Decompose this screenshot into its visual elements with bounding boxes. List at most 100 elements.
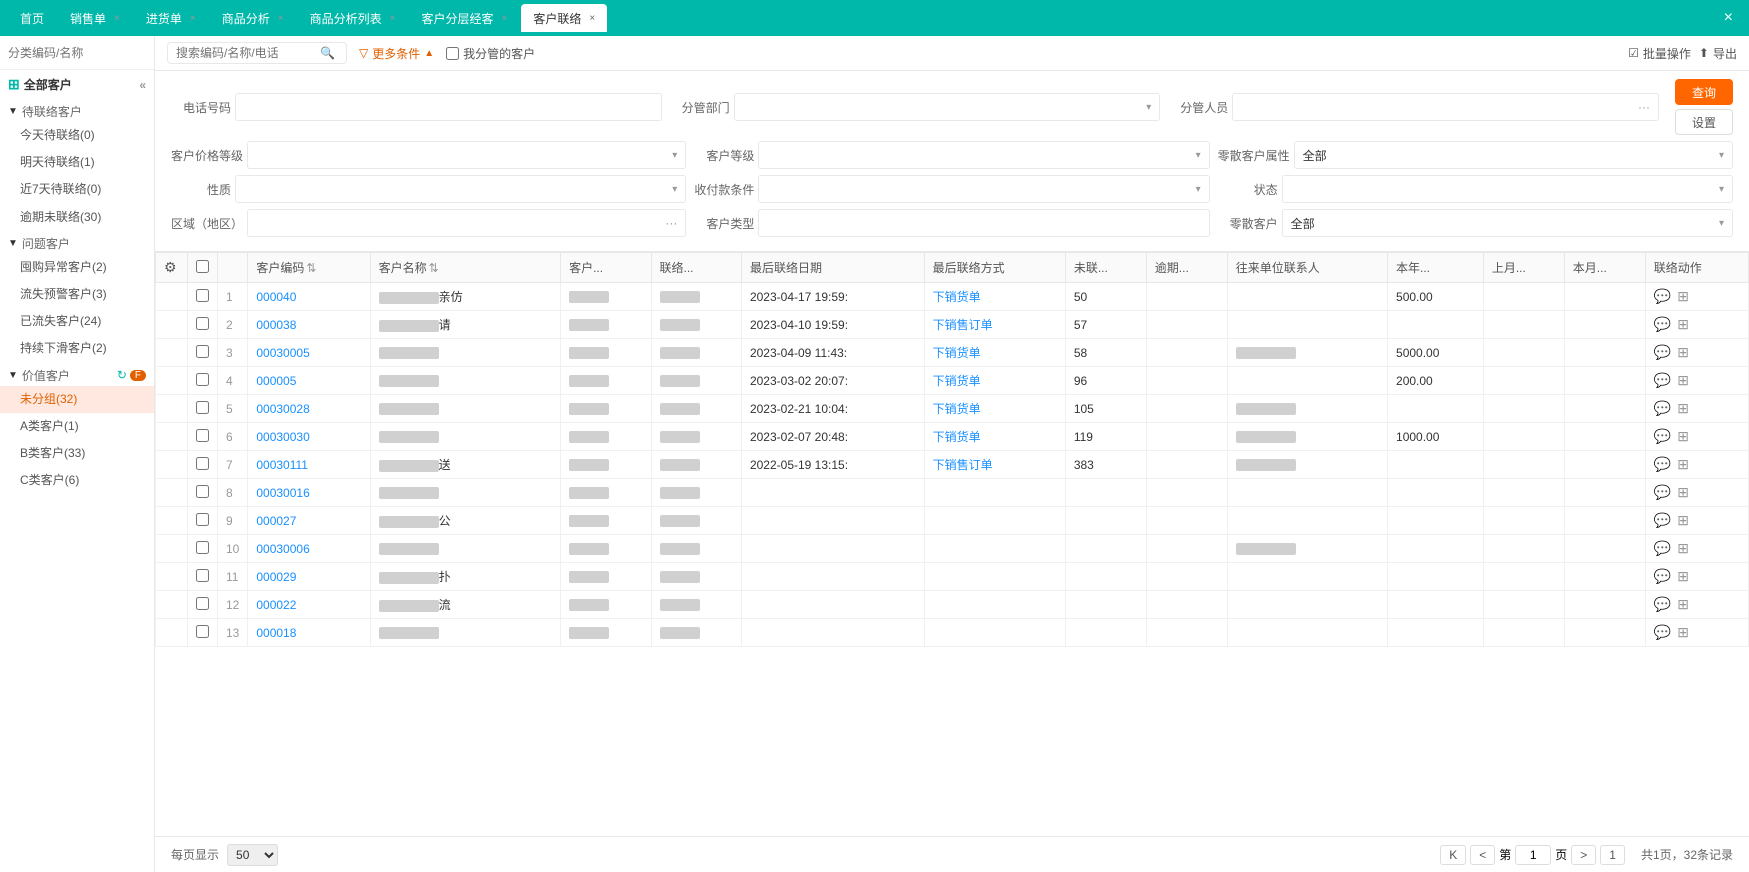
filter-payment-select[interactable]: ▾: [758, 175, 1209, 203]
manager-more-icon[interactable]: ···: [1638, 100, 1650, 114]
export-btn[interactable]: ⬆ 导出: [1699, 45, 1737, 62]
message-icon[interactable]: 💬: [1654, 400, 1671, 417]
grid-action-icon[interactable]: ⊞: [1677, 316, 1689, 333]
prev-page-btn[interactable]: <: [1470, 845, 1495, 865]
message-icon[interactable]: 💬: [1654, 288, 1671, 305]
batch-operation-btn[interactable]: ☑ 批量操作: [1628, 45, 1691, 62]
row-checkbox[interactable]: [196, 541, 209, 554]
grid-action-icon[interactable]: ⊞: [1677, 596, 1689, 613]
contact-method-link[interactable]: 下销货单: [933, 374, 981, 388]
close-goods-analysis-list-tab[interactable]: ×: [390, 13, 396, 24]
tab-customer-tier[interactable]: 客户分层经客 ×: [409, 4, 519, 32]
sidebar-collapse-btn[interactable]: «: [139, 78, 146, 92]
grid-action-icon[interactable]: ⊞: [1677, 484, 1689, 501]
filter-manager-select[interactable]: ···: [1232, 93, 1659, 121]
page-size-select[interactable]: 50 20 100: [227, 844, 278, 866]
row-checkbox[interactable]: [196, 373, 209, 386]
contact-method-link[interactable]: 下销货单: [933, 430, 981, 444]
message-icon[interactable]: 💬: [1654, 316, 1671, 333]
row-checkbox[interactable]: [196, 289, 209, 302]
query-button[interactable]: 查询: [1675, 79, 1733, 105]
close-sales-tab[interactable]: ×: [114, 13, 120, 24]
close-customer-contact-tab[interactable]: ×: [589, 13, 595, 24]
message-icon[interactable]: 💬: [1654, 484, 1671, 501]
row-checkbox[interactable]: [196, 625, 209, 638]
sidebar-search-input[interactable]: [8, 46, 155, 60]
row-checkbox[interactable]: [196, 345, 209, 358]
close-customer-tier-tab[interactable]: ×: [501, 13, 507, 24]
sidebar-item-lost-customer[interactable]: 已流失客户(24): [0, 308, 154, 335]
filter-price-level-select[interactable]: ▾: [247, 141, 686, 169]
area-more-icon[interactable]: ···: [665, 216, 677, 230]
sidebar-item-a-customers[interactable]: A类客户(1): [0, 413, 154, 440]
message-icon[interactable]: 💬: [1654, 568, 1671, 585]
message-icon[interactable]: 💬: [1654, 372, 1671, 389]
sidebar-item-b-customers[interactable]: B类客户(33): [0, 440, 154, 467]
filter-retail-attr-select[interactable]: 全部▾: [1294, 141, 1733, 169]
sidebar-item-c-customers[interactable]: C类客户(6): [0, 467, 154, 494]
tab-customer-contact[interactable]: 客户联络 ×: [521, 4, 607, 32]
grid-action-icon[interactable]: ⊞: [1677, 512, 1689, 529]
grid-action-icon[interactable]: ⊞: [1677, 624, 1689, 641]
close-goods-analysis-tab[interactable]: ×: [278, 13, 284, 24]
message-icon[interactable]: 💬: [1654, 428, 1671, 445]
tab-sales[interactable]: 销售单 ×: [58, 4, 132, 32]
tab-purchase[interactable]: 进货单 ×: [134, 4, 208, 32]
message-icon[interactable]: 💬: [1654, 456, 1671, 473]
message-icon[interactable]: 💬: [1654, 624, 1671, 641]
message-icon[interactable]: 💬: [1654, 344, 1671, 361]
sidebar-item-unclassified[interactable]: 未分组(32): [0, 386, 154, 413]
row-checkbox[interactable]: [196, 317, 209, 330]
message-icon[interactable]: 💬: [1654, 540, 1671, 557]
page-input[interactable]: [1515, 845, 1551, 865]
sidebar-item-today-pending[interactable]: 今天待联络(0): [0, 122, 154, 149]
row-checkbox[interactable]: [196, 485, 209, 498]
select-all-checkbox[interactable]: [196, 260, 209, 273]
row-checkbox[interactable]: [196, 429, 209, 442]
close-purchase-tab[interactable]: ×: [190, 13, 196, 24]
grid-action-icon[interactable]: ⊞: [1677, 400, 1689, 417]
contact-method-link[interactable]: 下销售订单: [933, 318, 993, 332]
my-customers-checkbox-area[interactable]: 我分管的客户: [446, 45, 535, 62]
filter-search-icon[interactable]: 🔍: [320, 46, 335, 60]
filter-status-select[interactable]: ▾: [1282, 175, 1733, 203]
grid-action-icon[interactable]: ⊞: [1677, 428, 1689, 445]
my-customers-checkbox[interactable]: [446, 47, 459, 60]
sidebar-item-churn-warning[interactable]: 流失预警客户(3): [0, 281, 154, 308]
contact-method-link[interactable]: 下销货单: [933, 290, 981, 304]
value-group-header[interactable]: ▼ 价值客户 ↻ F: [0, 363, 154, 386]
name-sort-icon[interactable]: ⇅: [429, 261, 439, 275]
row-checkbox[interactable]: [196, 597, 209, 610]
message-icon[interactable]: 💬: [1654, 512, 1671, 529]
filter-dept-select[interactable]: ▾: [734, 93, 1161, 121]
filter-customer-type-select[interactable]: [758, 209, 1209, 237]
value-refresh-icon[interactable]: ↻: [117, 368, 127, 382]
grid-action-icon[interactable]: ⊞: [1677, 372, 1689, 389]
filter-retail-customer-select[interactable]: 全部▾: [1282, 209, 1733, 237]
grid-action-icon[interactable]: ⊞: [1677, 344, 1689, 361]
row-checkbox[interactable]: [196, 513, 209, 526]
more-conditions-btn[interactable]: ▽ 更多条件 ▲: [359, 45, 434, 62]
row-checkbox[interactable]: [196, 457, 209, 470]
grid-action-icon[interactable]: ⊞: [1677, 288, 1689, 305]
contact-method-link[interactable]: 下销货单: [933, 402, 981, 416]
code-sort-icon[interactable]: ⇅: [306, 261, 316, 275]
row-checkbox[interactable]: [196, 569, 209, 582]
tab-goods-analysis[interactable]: 商品分析 ×: [210, 4, 296, 32]
grid-action-icon[interactable]: ⊞: [1677, 456, 1689, 473]
sidebar-item-hoarding-abnormal[interactable]: 囤购异常客户(2): [0, 254, 154, 281]
sidebar-item-tomorrow-pending[interactable]: 明天待联络(1): [0, 149, 154, 176]
tab-goods-analysis-list[interactable]: 商品分析列表 ×: [298, 4, 408, 32]
next-page-btn[interactable]: >: [1571, 845, 1596, 865]
grid-action-icon[interactable]: ⊞: [1677, 568, 1689, 585]
filter-search-input[interactable]: [176, 46, 316, 60]
window-close-button[interactable]: ×: [1716, 9, 1741, 27]
sidebar-item-overdue-pending[interactable]: 逾期未联络(30): [0, 204, 154, 231]
filter-customer-level-select[interactable]: ▾: [758, 141, 1209, 169]
row-checkbox[interactable]: [196, 401, 209, 414]
last-page-btn[interactable]: 1: [1600, 845, 1625, 865]
contact-method-link[interactable]: 下销售订单: [933, 458, 993, 472]
reset-button[interactable]: 设置: [1675, 109, 1733, 135]
filter-phone-input[interactable]: [235, 93, 662, 121]
grid-action-icon[interactable]: ⊞: [1677, 540, 1689, 557]
